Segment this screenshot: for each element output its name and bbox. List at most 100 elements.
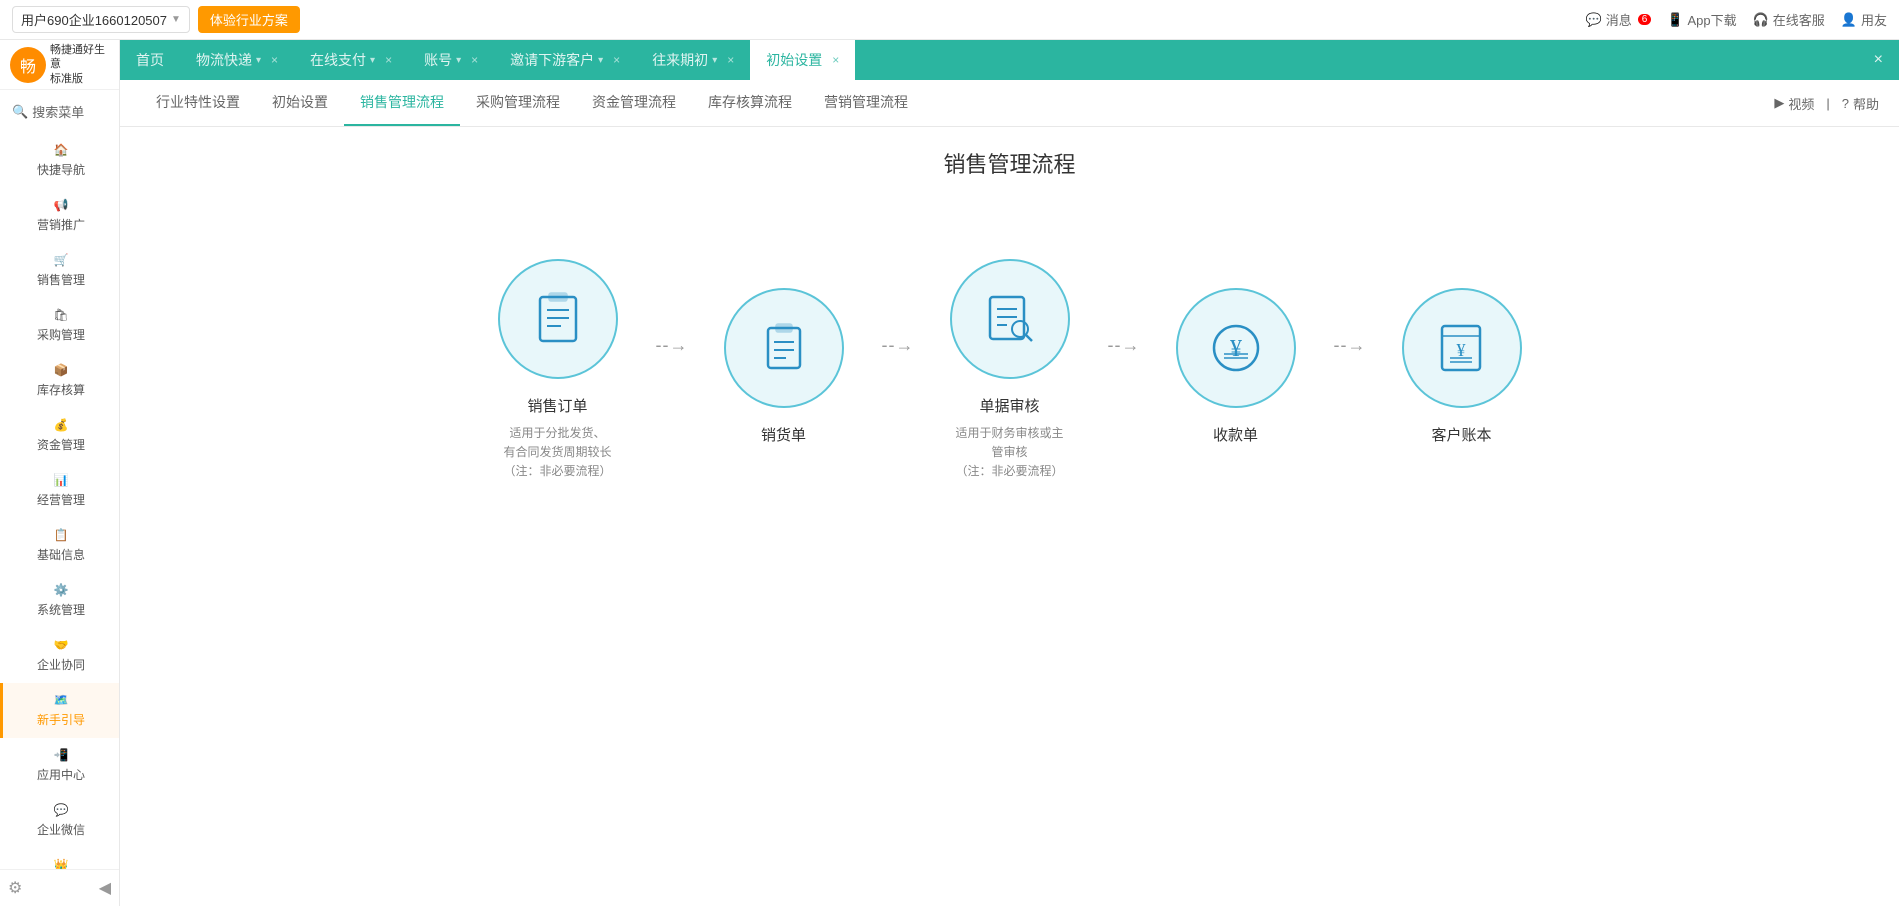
sidebar-item-system[interactable]: ⚙️ 系统管理	[0, 573, 119, 628]
sidebar-item-member[interactable]: 👑 畅会员	[0, 848, 119, 869]
nav-tab-label: 往来期初	[652, 50, 708, 70]
flow-step-desc: 适用于财务审核或主管审核（注：非必要流程）	[955, 424, 1063, 482]
sub-tabs-bar: 行业特性设置 初始设置 销售管理流程 采购管理流程 资金管理流程 库存核算流程	[120, 80, 1899, 127]
sub-tab-sales-flow[interactable]: 销售管理流程	[344, 80, 460, 126]
ops-icon: 📊	[54, 473, 69, 487]
flow-circle-review	[950, 259, 1070, 379]
flow-step-desc: 适用于分批发货、有合同发货周期较长（注：非必要流程）	[503, 424, 611, 482]
flow-step-ledger[interactable]: ¥ 客户账本	[1372, 288, 1552, 453]
sidebar-item-quick-nav[interactable]: 🏠 快捷导航	[0, 133, 119, 188]
sidebar-item-guide[interactable]: 🗺️ 新手引导	[0, 683, 119, 738]
inventory-icon: 📦	[54, 363, 69, 377]
nav-tab-online-pay[interactable]: 在线支付 ▾ ×	[294, 40, 408, 80]
search-menu-button[interactable]: 🔍 搜索菜单	[8, 98, 111, 125]
collapse-sidebar-icon[interactable]: ◀	[99, 878, 111, 898]
flow-step-shipment[interactable]: 销货单	[694, 288, 874, 453]
logo-text: 畅捷通好生意 标准版	[50, 43, 109, 86]
sub-tab-initial[interactable]: 初始设置	[256, 80, 344, 126]
flow-circle-shipment	[724, 288, 844, 408]
sidebar-item-marketing[interactable]: 📢 营销推广	[0, 188, 119, 243]
sidebar-item-wechat[interactable]: 💬 企业微信	[0, 793, 119, 848]
nav-tab-invite[interactable]: 邀请下游客户 ▾ ×	[494, 40, 636, 80]
member-icon: 👑	[54, 858, 69, 869]
sidebar-item-ops[interactable]: 📊 经营管理	[0, 463, 119, 518]
sidebar: 畅 畅捷通好生意 标准版 🔍 搜索菜单 🏠 快捷导航 📢 营销推广 🛒	[0, 40, 120, 906]
flow-step-label: 销售订单	[527, 395, 587, 416]
help-button[interactable]: ? 帮助	[1842, 94, 1879, 113]
home-icon: 🏠	[54, 143, 69, 157]
video-help-button[interactable]: ▶ 视频	[1774, 94, 1814, 113]
close-tab-icon[interactable]: ×	[727, 53, 734, 67]
sub-tab-inventory-flow[interactable]: 库存核算流程	[692, 80, 808, 126]
sidebar-item-finance[interactable]: 💰 资金管理	[0, 408, 119, 463]
app-layout: 畅 畅捷通好生意 标准版 🔍 搜索菜单 🏠 快捷导航 📢 营销推广 🛒	[0, 40, 1899, 906]
close-tab-icon[interactable]: ×	[613, 53, 620, 67]
app-download-item[interactable]: 📱 App下载	[1667, 10, 1736, 29]
sidebar-item-sales[interactable]: 🛒 销售管理	[0, 243, 119, 298]
app-download-label: App下载	[1687, 10, 1736, 29]
nav-tab-home[interactable]: 首页	[120, 40, 180, 80]
user-selector[interactable]: 用户690企业1660120507 ▼	[12, 6, 190, 33]
sidebar-item-inventory[interactable]: 📦 库存核算	[0, 353, 119, 408]
dropdown-icon: ▾	[456, 55, 461, 66]
message-icon: 💬	[1586, 12, 1602, 28]
download-icon: 📱	[1667, 12, 1683, 28]
nav-tab-account[interactable]: 账号 ▾ ×	[408, 40, 494, 80]
close-tab-icon[interactable]: ×	[271, 53, 278, 67]
sidebar-item-label: 库存核算	[37, 381, 85, 398]
close-all-tabs-button[interactable]: ×	[1858, 40, 1899, 80]
sub-tab-industry[interactable]: 行业特性设置	[140, 80, 256, 126]
flow-arrow-2: - - →	[874, 335, 920, 356]
sub-tab-capital-flow[interactable]: 资金管理流程	[576, 80, 692, 126]
nav-tab-initial-setup[interactable]: 初始设置 ×	[750, 40, 855, 80]
username-label: 用友	[1861, 10, 1887, 29]
sidebar-item-label: 快捷导航	[37, 161, 85, 178]
nav-tab-label: 首页	[136, 50, 164, 70]
headset-icon: 🎧	[1753, 12, 1769, 28]
main-content: 首页 物流快递 ▾ × 在线支付 ▾ × 账号 ▾ × 邀请下游客户 ▾ ×	[120, 40, 1899, 906]
purchase-icon: 🛍	[53, 308, 68, 322]
sub-tab-sales-mgmt-flow[interactable]: 营销管理流程	[808, 80, 924, 126]
sidebar-item-enterprise[interactable]: 🤝 企业协同	[0, 628, 119, 683]
finance-icon: 💰	[54, 418, 69, 432]
flow-step-label: 销货单	[761, 424, 806, 445]
flow-arrow-1: - - →	[648, 335, 694, 356]
megaphone-icon: 📢	[54, 198, 69, 212]
ledger-yen-icon: ¥	[1432, 318, 1492, 378]
wechat-icon: 💬	[54, 803, 69, 817]
user-label: 用户690企业1660120507	[21, 10, 167, 29]
dropdown-icon: ▾	[712, 55, 717, 66]
message-item[interactable]: 💬 消息 6	[1586, 10, 1652, 29]
nav-tab-past-period[interactable]: 往来期初 ▾ ×	[636, 40, 750, 80]
user-profile[interactable]: 👤 用友	[1841, 10, 1887, 29]
sidebar-item-purchase[interactable]: 🛍 采购管理	[0, 298, 119, 353]
sidebar-logo: 畅 畅捷通好生意 标准版	[0, 40, 119, 90]
nav-tabs-bar: 首页 物流快递 ▾ × 在线支付 ▾ × 账号 ▾ × 邀请下游客户 ▾ ×	[120, 40, 1899, 80]
close-tab-icon[interactable]: ×	[471, 53, 478, 67]
sidebar-item-basic[interactable]: 📋 基础信息	[0, 518, 119, 573]
sidebar-bottom: ⚙ ◀	[0, 869, 119, 906]
sidebar-item-label: 经营管理	[37, 491, 85, 508]
sub-tabs-left: 行业特性设置 初始设置 销售管理流程 采购管理流程 资金管理流程 库存核算流程	[140, 80, 924, 126]
sidebar-item-label: 采购管理	[37, 326, 85, 343]
flow-step-sales-order[interactable]: 销售订单 适用于分批发货、有合同发货周期较长（注：非必要流程）	[468, 259, 648, 482]
online-service-item[interactable]: 🎧 在线客服	[1753, 10, 1825, 29]
top-bar-left: 用户690企业1660120507 ▼ 体验行业方案	[12, 6, 300, 33]
flow-step-review[interactable]: 单据审核 适用于财务审核或主管审核（注：非必要流程）	[920, 259, 1100, 482]
page-body: 销售管理流程 销售订单 适用于分批发货、有合同	[120, 127, 1899, 906]
flow-step-receipt[interactable]: ¥ 收款单	[1146, 288, 1326, 453]
close-tab-icon[interactable]: ×	[385, 53, 392, 67]
close-tab-icon[interactable]: ×	[832, 53, 839, 67]
sub-tab-purchase-flow[interactable]: 采购管理流程	[460, 80, 576, 126]
sidebar-item-label: 新手引导	[37, 711, 85, 728]
flow-step-label: 收款单	[1213, 424, 1258, 445]
sidebar-item-label: 销售管理	[37, 271, 85, 288]
nav-tab-logistics[interactable]: 物流快递 ▾ ×	[180, 40, 294, 80]
flow-arrow-3: - - →	[1100, 335, 1146, 356]
avatar: 👤	[1841, 12, 1857, 28]
sidebar-item-label: 企业协同	[37, 656, 85, 673]
experience-button[interactable]: 体验行业方案	[198, 6, 300, 33]
sidebar-item-app-center[interactable]: 📲 应用中心	[0, 738, 119, 793]
settings-icon[interactable]: ⚙	[8, 878, 22, 898]
nav-tab-label: 物流快递	[196, 50, 252, 70]
